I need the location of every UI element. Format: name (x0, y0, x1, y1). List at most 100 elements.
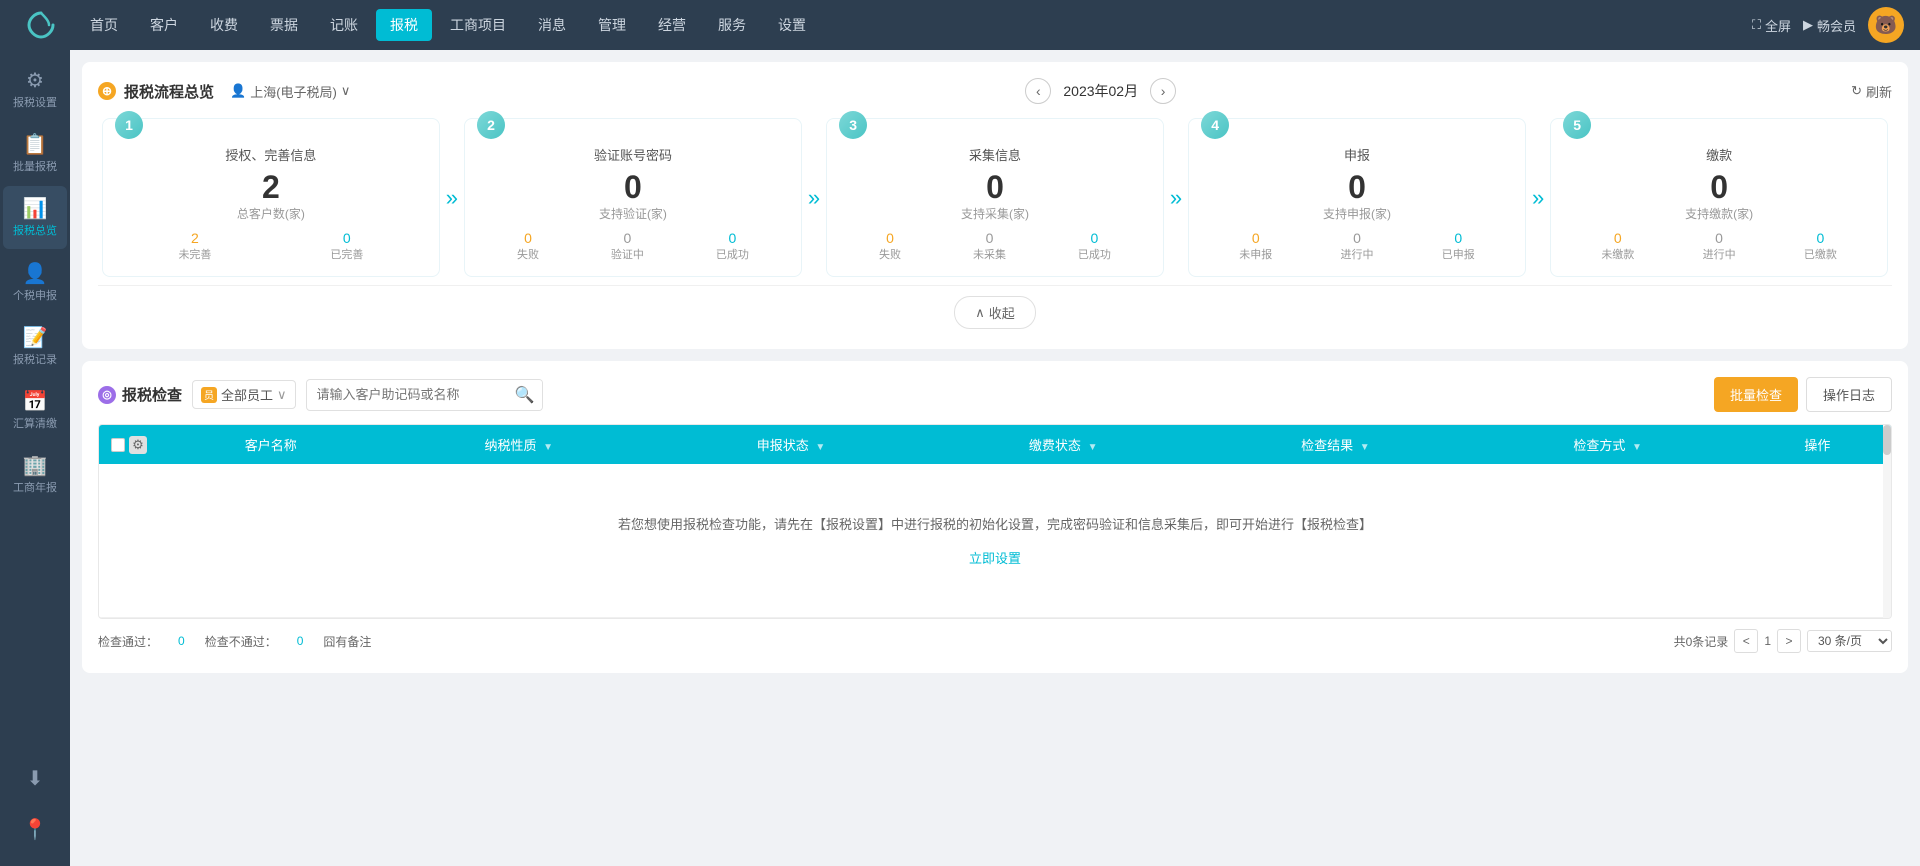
location-selector[interactable]: 👤 上海(电子税局) ∨ (230, 82, 350, 101)
nav-tax[interactable]: 报税 (376, 9, 432, 41)
col-pay-status-filter-icon[interactable]: ▼ (1088, 442, 1098, 453)
step-3-stats: 0 失败 0 未采集 0 已成功 (843, 230, 1147, 262)
step-1-stat-0: 2 未完善 (178, 230, 211, 262)
nav-service[interactable]: 服务 (704, 9, 760, 41)
nav-accounting[interactable]: 记账 (316, 9, 372, 41)
nav-clients[interactable]: 客户 (136, 9, 192, 41)
refresh-button[interactable]: ↻ 刷新 (1851, 82, 1892, 101)
table-body: 若您想使用报税检查功能，请先在【报税设置】中进行报税的初始化设置，完成密码验证和… (99, 464, 1891, 618)
nav-operations[interactable]: 经营 (644, 9, 700, 41)
check-title-icon: ◎ (98, 386, 116, 404)
sidebar-item-batch-tax[interactable]: 📋 批量报税 (3, 122, 67, 184)
nav-home[interactable]: 首页 (76, 9, 132, 41)
sidebar-item-annual-report[interactable]: 🏢 工商年报 (3, 443, 67, 505)
search-input[interactable] (307, 382, 507, 407)
arrow-1: » (444, 118, 460, 277)
nav-invoices[interactable]: 票据 (256, 9, 312, 41)
step-4-stat-2: 0 已申报 (1442, 230, 1475, 262)
sidebar-item-tax-overview[interactable]: 📊 报税总览 (3, 186, 67, 248)
sidebar-item-download[interactable]: ⬇ (3, 756, 67, 805)
annual-icon: 📅 (23, 389, 48, 414)
col-tax-nature-filter-icon[interactable]: ▼ (543, 442, 553, 453)
select-all-checkbox[interactable] (111, 438, 125, 452)
scrollbar-track[interactable] (1883, 425, 1891, 618)
next-month-btn[interactable]: › (1150, 78, 1176, 104)
col-check-method-filter-icon[interactable]: ▼ (1632, 442, 1642, 453)
sidebar-item-tax-settings[interactable]: ⚙ 报税设置 (3, 58, 67, 120)
sidebar-item-annual-settlement[interactable]: 📅 汇算清缴 (3, 379, 67, 441)
col-client-name: 客户名称 (159, 425, 383, 464)
sidebar-item-location[interactable]: 📍 (3, 807, 67, 856)
double-arrow-icon-1: » (446, 185, 458, 211)
sidebar-item-personal-tax[interactable]: 👤 个税申报 (3, 251, 67, 313)
collapse-button[interactable]: ∧ 收起 (954, 296, 1036, 329)
sidebar-item-tax-records[interactable]: 📝 报税记录 (3, 315, 67, 377)
empty-row: 若您想使用报税检查功能，请先在【报税设置】中进行报税的初始化设置，完成密码验证和… (99, 464, 1891, 618)
step-3-card: 3 采集信息 0 支持采集(家) 0 失败 0 未采集 0 已成功 (826, 118, 1164, 277)
app-logo[interactable] (16, 0, 66, 50)
step-2-stat-2: 0 已成功 (716, 230, 749, 262)
step-3-title: 采集信息 (843, 145, 1147, 164)
search-button[interactable]: 🔍 (507, 380, 543, 410)
nav-settings[interactable]: 设置 (764, 9, 820, 41)
step-5-stats: 0 未缴款 0 进行中 0 已缴款 (1567, 230, 1871, 262)
step-5-card: 5 缴款 0 支持缴款(家) 0 未缴款 0 进行中 0 已缴款 (1550, 118, 1888, 277)
pagination: 共0条记录 < 1 > 30 条/页 50 条/页 100 条/页 (1674, 629, 1892, 653)
table-checkbox-col: ⚙ (99, 425, 159, 464)
step-3-count: 0 (843, 170, 1147, 205)
refresh-icon: ↻ (1851, 83, 1862, 99)
sidebar: ⚙ 报税设置 📋 批量报税 📊 报税总览 👤 个税申报 📝 报税记录 📅 汇算清… (0, 50, 70, 866)
operation-log-button[interactable]: 操作日志 (1806, 377, 1892, 412)
step-1-count: 2 (119, 170, 423, 205)
nav-messages[interactable]: 消息 (524, 9, 580, 41)
arrow-3: » (1168, 118, 1184, 277)
collapse-row: ∧ 收起 (98, 285, 1892, 329)
main-content: ⊕ 报税流程总览 👤 上海(电子税局) ∨ ‹ 2023年02月 › ↻ 刷新 (70, 50, 1920, 866)
col-declare-status-filter-icon[interactable]: ▼ (815, 442, 825, 453)
step-1-title: 授权、完善信息 (119, 145, 423, 164)
table-footer: 检查通过： 0 检查不通过： 0 囧有备注 共0条记录 < 1 > 30 条/页… (98, 619, 1892, 657)
employee-icon: 员 (201, 387, 217, 403)
next-page-btn[interactable]: > (1777, 629, 1801, 653)
step-1-number: 1 (115, 111, 143, 139)
batch-check-button[interactable]: 批量检查 (1714, 377, 1798, 412)
col-check-result-filter-icon[interactable]: ▼ (1360, 442, 1370, 453)
step-2-number: 2 (477, 111, 505, 139)
fullscreen-btn[interactable]: ⛶ 全屏 (1752, 16, 1791, 35)
step-5-stat-1: 0 进行中 (1703, 230, 1736, 262)
step-3-stat-0: 0 失败 (879, 230, 901, 262)
step-4-stat-1: 0 进行中 (1341, 230, 1374, 262)
fail-count[interactable]: 0 (297, 634, 304, 648)
col-declare-status: 申报状态 ▼ (655, 425, 927, 464)
search-box: 🔍 (306, 379, 544, 411)
settings-col-icon[interactable]: ⚙ (129, 436, 147, 454)
nav-fees[interactable]: 收费 (196, 9, 252, 41)
tax-settings-icon: ⚙ (26, 68, 44, 93)
download-icon: ⬇ (27, 766, 44, 791)
month-navigation: ‹ 2023年02月 › (1025, 78, 1176, 104)
pass-count[interactable]: 0 (178, 634, 185, 648)
setup-link[interactable]: 立即设置 (969, 551, 1021, 566)
prev-month-btn[interactable]: ‹ (1025, 78, 1051, 104)
scrollbar-thumb[interactable] (1883, 425, 1891, 455)
prev-page-btn[interactable]: < (1734, 629, 1758, 653)
arrow-4: » (1530, 118, 1546, 277)
page-size-select[interactable]: 30 条/页 50 条/页 100 条/页 (1807, 630, 1892, 652)
check-actions: 批量检查 操作日志 (1714, 377, 1892, 412)
check-table: ⚙ 客户名称 纳税性质 ▼ 申报状态 ▼ (99, 425, 1891, 618)
step-3-stat-1: 0 未采集 (973, 230, 1006, 262)
mascot-avatar[interactable]: 🐻 (1868, 7, 1904, 43)
employee-filter[interactable]: 员 全部员工 ∨ (192, 380, 296, 409)
nav-management[interactable]: 管理 (584, 9, 640, 41)
double-arrow-icon-3: » (1170, 185, 1182, 211)
check-table-wrap: ⚙ 客户名称 纳税性质 ▼ 申报状态 ▼ (98, 424, 1892, 619)
personal-tax-icon: 👤 (23, 261, 48, 286)
step-4-sub: 支持申报(家) (1205, 205, 1509, 222)
check-card: ◎ 报税检查 员 全部员工 ∨ 🔍 批量检查 操作日志 (82, 361, 1908, 673)
step-4-number: 4 (1201, 111, 1229, 139)
nav-bizproject[interactable]: 工商项目 (436, 9, 520, 41)
col-check-method: 检查方式 ▼ (1472, 425, 1744, 464)
step-2-stat-0: 0 失败 (517, 230, 539, 262)
member-btn[interactable]: ▶ 畅会员 (1803, 16, 1856, 35)
note-label: 囧有备注 (323, 633, 371, 650)
